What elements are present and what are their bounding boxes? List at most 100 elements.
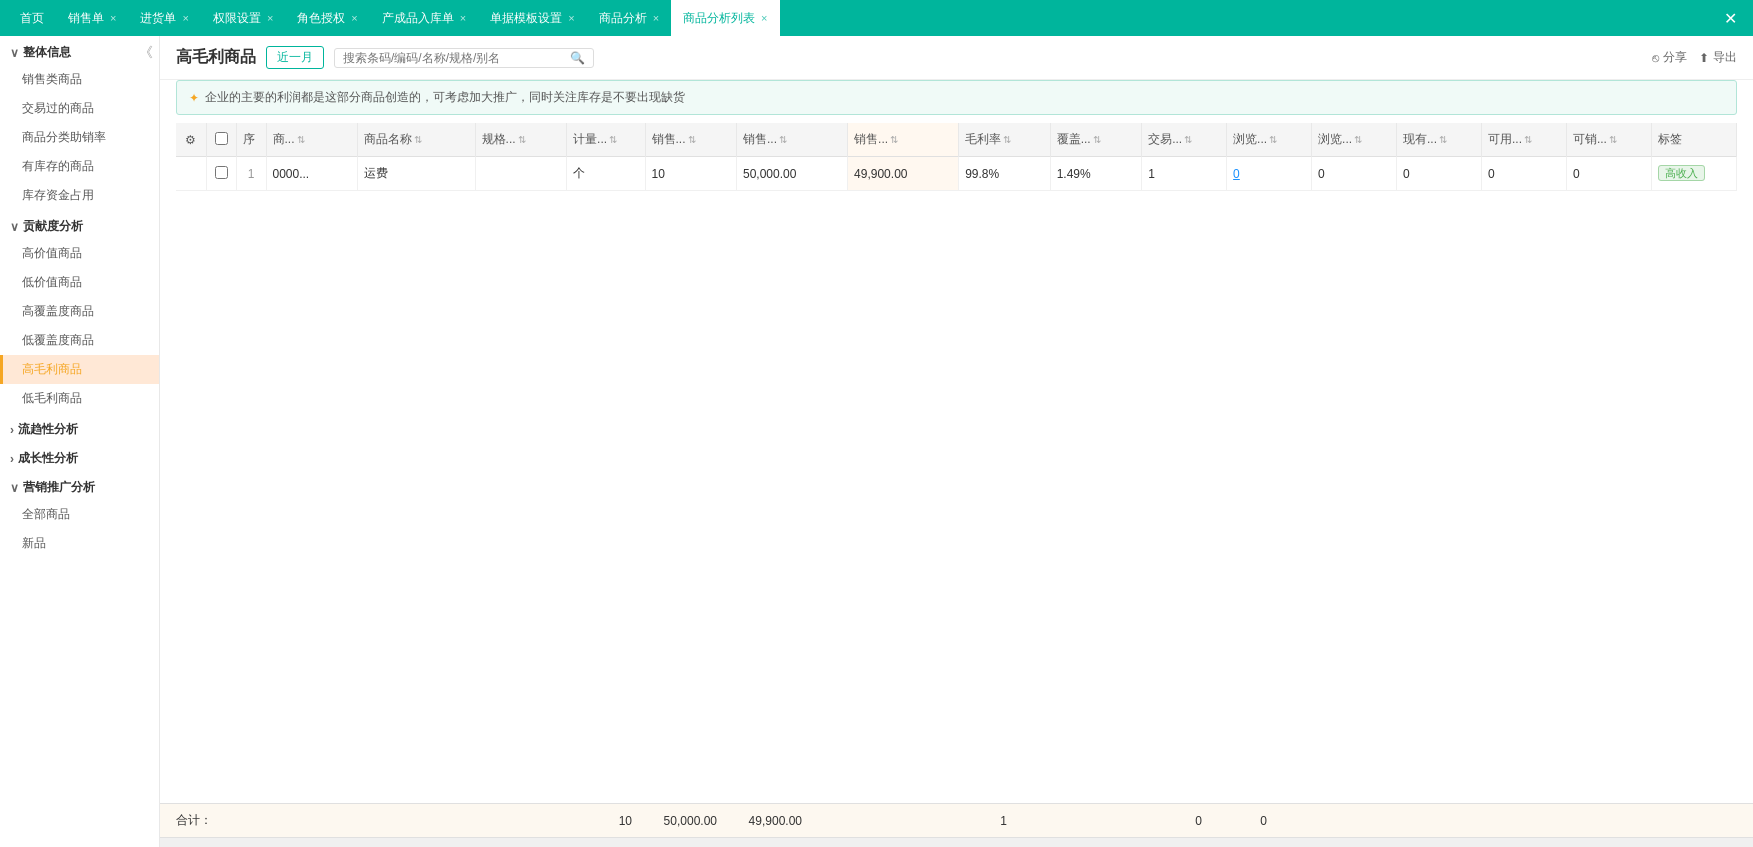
sidebar-item-in-stock-goods[interactable]: 有库存的商品	[0, 152, 159, 181]
sidebar-group-growth-arrow: ›	[10, 452, 14, 466]
cell-checkbox[interactable]	[206, 157, 236, 191]
col-coverage[interactable]: 覆盖...⇅	[1050, 123, 1141, 157]
col-current-stock-sort[interactable]: ⇅	[1439, 134, 1447, 145]
sidebar-group-growth[interactable]: › 成长性分析	[0, 442, 159, 471]
nav-purchase-order[interactable]: 进货单 ×	[128, 0, 200, 36]
col-spec-sort[interactable]: ⇅	[518, 134, 526, 145]
col-coverage-sort[interactable]: ⇅	[1093, 134, 1101, 145]
cell-browse1[interactable]: 0	[1227, 157, 1312, 191]
select-all-checkbox[interactable]	[215, 132, 228, 145]
col-sales-profit[interactable]: 销售...⇅	[848, 123, 959, 157]
col-gross-margin[interactable]: 毛利率⇅	[959, 123, 1050, 157]
nav-product-warehousing[interactable]: 产成品入库单 ×	[370, 0, 478, 36]
sidebar-item-low-margin[interactable]: 低毛利商品	[0, 384, 159, 413]
top-navigation: 首页 销售单 × 进货单 × 权限设置 × 角色授权 × 产成品入库单 × 单据…	[0, 0, 1753, 36]
cell-browse2: 0	[1312, 157, 1397, 191]
cell-settings	[176, 157, 206, 191]
sidebar-item-new-goods[interactable]: 新品	[0, 529, 159, 558]
col-available-stock[interactable]: 可用...⇅	[1481, 123, 1566, 157]
sidebar-item-low-value[interactable]: 低价值商品	[0, 268, 159, 297]
export-button[interactable]: ⬆ 导出	[1699, 49, 1737, 66]
tag-badge: 高收入	[1658, 165, 1705, 181]
sidebar-item-sales-goods[interactable]: 销售类商品	[0, 65, 159, 94]
nav-sales-order-close[interactable]: ×	[110, 12, 116, 24]
col-browse2-sort[interactable]: ⇅	[1354, 134, 1362, 145]
nav-template-settings-close[interactable]: ×	[568, 12, 574, 24]
nav-template-settings[interactable]: 单据模板设置 ×	[478, 0, 586, 36]
table-container: ⚙ 序 商...⇅ 商品名称⇅	[176, 123, 1737, 803]
horizontal-scrollbar[interactable]	[160, 837, 1753, 847]
col-sales-amount[interactable]: 销售...⇅	[737, 123, 848, 157]
col-index: 序	[236, 123, 266, 157]
table-footer: 合计： 10 50,000.00 49,900.00 1 0 0	[160, 803, 1753, 837]
col-gross-margin-sort[interactable]: ⇅	[1003, 134, 1011, 145]
col-sales-qty-sort[interactable]: ⇅	[688, 134, 696, 145]
nav-product-analysis[interactable]: 商品分析 ×	[587, 0, 671, 36]
col-trade-count-sort[interactable]: ⇅	[1184, 134, 1192, 145]
nav-product-analysis-close[interactable]: ×	[653, 12, 659, 24]
sidebar-group-contribution[interactable]: ∨ 贡献度分析	[0, 210, 159, 239]
close-all-button[interactable]: ✕	[1716, 9, 1745, 28]
col-current-stock[interactable]: 现有...⇅	[1397, 123, 1482, 157]
sidebar-group-trend-arrow: ›	[10, 423, 14, 437]
nav-permission-settings-close[interactable]: ×	[267, 12, 273, 24]
search-input[interactable]	[343, 51, 570, 65]
col-code[interactable]: 商...⇅	[266, 123, 357, 157]
col-settings[interactable]: ⚙	[176, 123, 206, 157]
nav-role-auth[interactable]: 角色授权 ×	[285, 0, 369, 36]
sidebar-item-category-sales-rate[interactable]: 商品分类助销率	[0, 123, 159, 152]
sidebar-item-low-coverage[interactable]: 低覆盖度商品	[0, 326, 159, 355]
sidebar-item-high-coverage[interactable]: 高覆盖度商品	[0, 297, 159, 326]
footer-trade-count: 1	[950, 814, 1015, 828]
row-checkbox[interactable]	[215, 166, 228, 179]
col-browse2[interactable]: 浏览...⇅	[1312, 123, 1397, 157]
sidebar-collapse-button[interactable]: 《	[139, 44, 153, 62]
cell-name: 运费	[357, 157, 475, 191]
col-sales-profit-sort[interactable]: ⇅	[890, 134, 898, 145]
sidebar-item-traded-goods[interactable]: 交易过的商品	[0, 94, 159, 123]
nav-product-analysis-list[interactable]: 商品分析列表 ×	[671, 0, 779, 36]
col-saleable[interactable]: 可销...⇅	[1566, 123, 1651, 157]
info-banner: ✦ 企业的主要的利润都是这部分商品创造的，可考虑加大推广，同时关注库存是不要出现…	[176, 80, 1737, 115]
nav-role-auth-close[interactable]: ×	[351, 12, 357, 24]
settings-icon[interactable]: ⚙	[185, 133, 196, 147]
sidebar-item-high-value[interactable]: 高价值商品	[0, 239, 159, 268]
col-checkbox	[206, 123, 236, 157]
sidebar-item-high-margin[interactable]: 高毛利商品	[0, 355, 159, 384]
col-unit[interactable]: 计量...⇅	[567, 123, 645, 157]
col-trade-count[interactable]: 交易...⇅	[1142, 123, 1227, 157]
search-icon[interactable]: 🔍	[570, 51, 585, 65]
nav-permission-settings[interactable]: 权限设置 ×	[201, 0, 285, 36]
col-spec[interactable]: 规格...⇅	[475, 123, 566, 157]
sidebar-group-trend[interactable]: › 流趋性分析	[0, 413, 159, 442]
sidebar-group-marketing[interactable]: ∨ 营销推广分析	[0, 471, 159, 500]
col-saleable-sort[interactable]: ⇅	[1609, 134, 1617, 145]
nav-product-warehousing-close[interactable]: ×	[460, 12, 466, 24]
col-available-stock-sort[interactable]: ⇅	[1524, 134, 1532, 145]
content-header: 高毛利商品 近一月 🔍 ⎋ 分享 ⬆ 导出	[160, 36, 1753, 80]
col-sales-qty[interactable]: 销售...⇅	[645, 123, 736, 157]
col-browse1[interactable]: 浏览...⇅	[1227, 123, 1312, 157]
page-title: 高毛利商品	[176, 47, 256, 68]
share-button[interactable]: ⎋ 分享	[1652, 49, 1687, 66]
col-name-sort[interactable]: ⇅	[414, 134, 422, 145]
col-code-sort[interactable]: ⇅	[297, 134, 305, 145]
nav-product-analysis-list-close[interactable]: ×	[761, 12, 767, 24]
col-name[interactable]: 商品名称⇅	[357, 123, 475, 157]
sidebar-item-inventory-fund[interactable]: 库存资金占用	[0, 181, 159, 210]
cell-gross-margin: 99.8%	[959, 157, 1050, 191]
col-browse1-sort[interactable]: ⇅	[1269, 134, 1277, 145]
col-sales-amount-sort[interactable]: ⇅	[779, 134, 787, 145]
nav-sales-order[interactable]: 销售单 ×	[56, 0, 128, 36]
time-filter-button[interactable]: 近一月	[266, 46, 324, 69]
col-unit-sort[interactable]: ⇅	[609, 134, 617, 145]
browse1-link[interactable]: 0	[1233, 167, 1240, 181]
info-icon: ✦	[189, 91, 199, 105]
col-tag[interactable]: 标签	[1651, 123, 1736, 157]
sidebar-item-all-goods[interactable]: 全部商品	[0, 500, 159, 529]
cell-available-stock: 0	[1481, 157, 1566, 191]
sidebar-group-overall-info[interactable]: ∨ 整体信息	[0, 36, 159, 65]
nav-purchase-order-close[interactable]: ×	[182, 12, 188, 24]
cell-coverage: 1.49%	[1050, 157, 1141, 191]
nav-home[interactable]: 首页	[8, 0, 56, 36]
